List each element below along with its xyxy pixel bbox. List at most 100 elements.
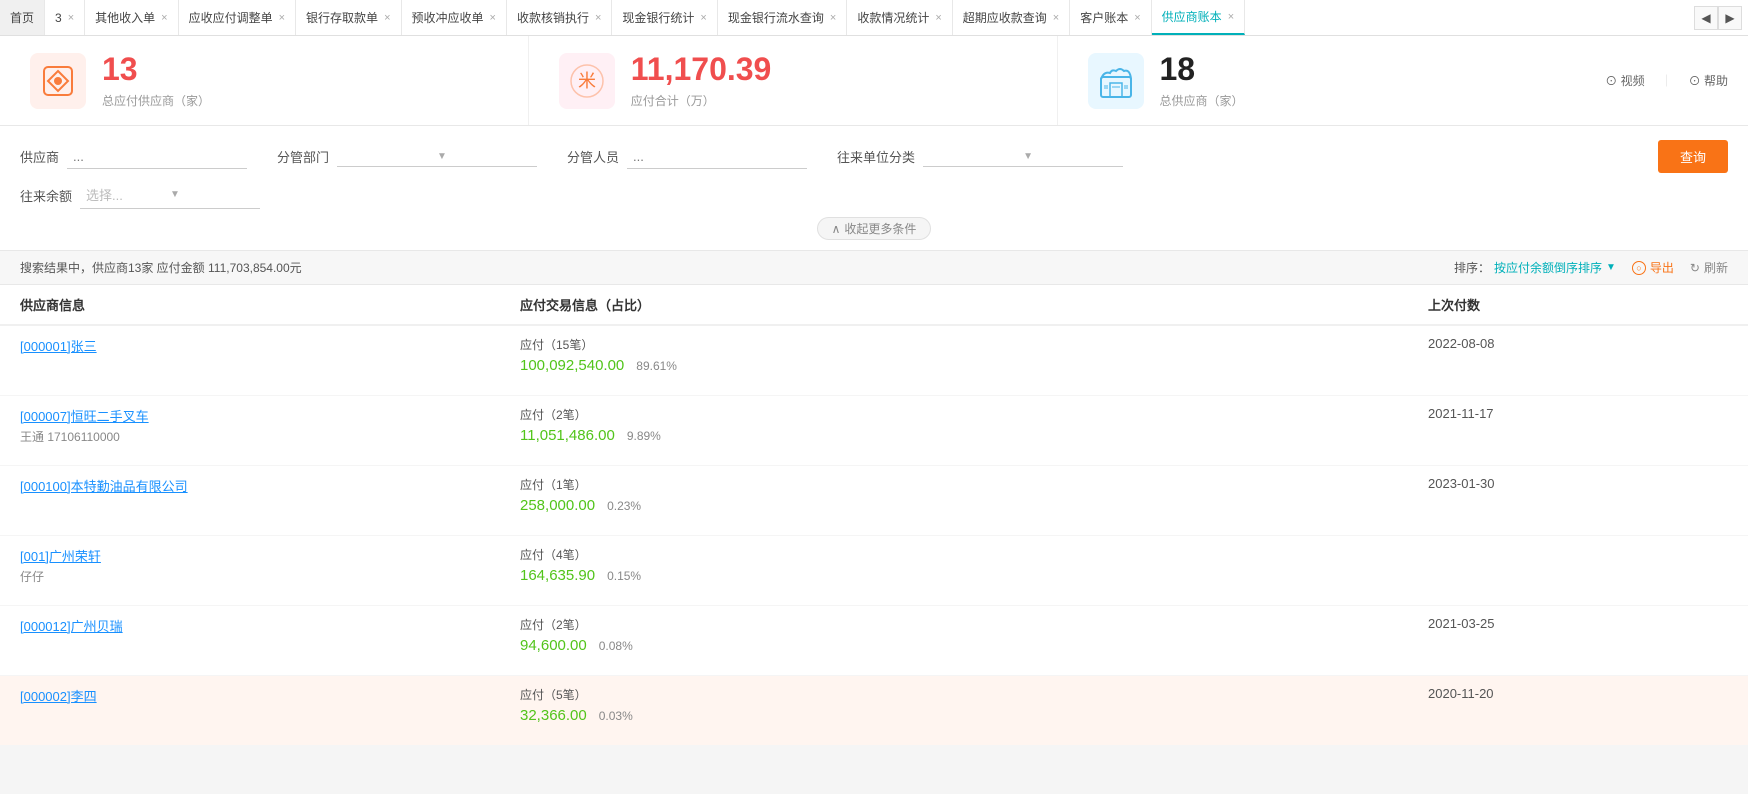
nav-item-collection-stat[interactable]: 收款情况统计 ×	[847, 0, 952, 35]
result-info: 搜索结果中，供应商13家 应付金额 111,703,854.00元	[20, 259, 1454, 276]
tx-row-3: 258,000.00 0.23%	[520, 497, 1428, 514]
summary-bar: 13 总应付供应商（家） 米 11,170.39 应付合计（万）	[0, 36, 1748, 126]
nav-item-overdue-ar[interactable]: 超期应收款查询 ×	[953, 0, 1070, 35]
close-icon-prepayment[interactable]: ×	[490, 12, 496, 24]
balance-select-value: 选择...	[86, 185, 170, 204]
table-row: [000001]张三 应付（15笔） 100,092,540.00 89.61%…	[0, 326, 1748, 396]
nav-item-bank-deposit[interactable]: 银行存取款单 ×	[296, 0, 401, 35]
tx-label-6: 应付（5笔）	[520, 686, 1428, 703]
person-input[interactable]	[627, 145, 807, 169]
tx-percent-1: 89.61%	[636, 359, 677, 373]
tx-row-5: 94,600.00 0.08%	[520, 637, 1428, 654]
tx-amount-4: 164,635.90	[520, 567, 595, 584]
close-icon-supplier-ledger[interactable]: ×	[1228, 11, 1234, 23]
ap-total-text: 11,170.39 应付合计（万）	[631, 52, 772, 108]
help-label: 帮助	[1704, 74, 1728, 88]
nav-label-bank-deposit: 银行存取款单	[306, 9, 378, 26]
tx-cell-5: 应付（2笔） 94,600.00 0.08%	[520, 616, 1428, 654]
tx-amount-1: 100,092,540.00	[520, 357, 624, 374]
sort-arrow-icon[interactable]: ▼	[1606, 262, 1616, 273]
supplier-cell-2: [000007]恒旺二手叉车 王通 17106110000	[20, 406, 520, 445]
dept-select[interactable]: ▼	[337, 147, 537, 167]
supplier-link-6[interactable]: [000002]李四	[20, 689, 97, 704]
close-icon-customer-ledger[interactable]: ×	[1134, 12, 1140, 24]
export-label: 导出	[1650, 259, 1674, 276]
balance-select-arrow: ▼	[170, 189, 254, 200]
nav-item-supplier-ledger[interactable]: 供应商账本 ×	[1152, 0, 1245, 35]
nav-item-customer-ledger[interactable]: 客户账本 ×	[1070, 0, 1151, 35]
tx-label-1: 应付（15笔）	[520, 336, 1428, 353]
nav-item-home[interactable]: 首页	[0, 0, 45, 35]
sort-label: 排序：	[1454, 259, 1490, 276]
balance-select[interactable]: 选择... ▼	[80, 181, 260, 209]
supplier-input[interactable]	[67, 145, 247, 169]
filter-item-dept: 分管部门 ▼	[277, 147, 537, 167]
tx-percent-4: 0.15%	[607, 569, 641, 583]
close-icon-cash-bank-flow[interactable]: ×	[830, 12, 836, 24]
export-button[interactable]: ○ 导出	[1632, 259, 1674, 276]
summary-actions: ⊙ 视频 ｜ ⊙ 帮助	[1585, 36, 1748, 125]
query-button[interactable]: 查询	[1658, 140, 1728, 173]
collapse-label: 收起更多条件	[844, 220, 916, 237]
supplier-link-5[interactable]: [000012]广州贝瑞	[20, 619, 123, 634]
tx-row-4: 164,635.90 0.15%	[520, 567, 1428, 584]
nav-item-3[interactable]: 3 ×	[45, 0, 85, 35]
nav-item-prepayment[interactable]: 预收冲应收单 ×	[402, 0, 507, 35]
nav-next-arrow[interactable]: ▶	[1718, 6, 1742, 30]
supplier-cell-5: [000012]广州贝瑞	[20, 616, 520, 635]
tx-amount-5: 94,600.00	[520, 637, 587, 654]
supplier-sub-2: 王通 17106110000	[20, 428, 520, 445]
close-icon-ar-ap-adjust[interactable]: ×	[279, 12, 285, 24]
table-row: [000012]广州贝瑞 应付（2笔） 94,600.00 0.08% 2021…	[0, 606, 1748, 676]
nav-prev-arrow[interactable]: ◀	[1694, 6, 1718, 30]
ap-suppliers-number: 13	[102, 52, 210, 87]
video-link[interactable]: ⊙ 视频	[1605, 72, 1644, 89]
result-sort: 排序： 按应付余额倒序排序 ▼	[1454, 259, 1616, 276]
collapse-button[interactable]: ∧ 收起更多条件	[817, 217, 932, 240]
close-icon-cash-bank-stat[interactable]: ×	[700, 12, 706, 24]
unit-label: 往来单位分类	[837, 147, 915, 166]
ap-suppliers-text: 13 总应付供应商（家）	[102, 52, 210, 108]
tx-percent-5: 0.08%	[599, 639, 633, 653]
nav-label-cash-bank-flow: 现金银行流水查询	[728, 9, 824, 26]
supplier-sub-4: 仔仔	[20, 568, 520, 585]
close-icon-bank-deposit[interactable]: ×	[384, 12, 390, 24]
nav-item-ar-ap-adjust[interactable]: 应收应付调整单 ×	[179, 0, 296, 35]
refresh-button[interactable]: ↻ 刷新	[1690, 259, 1728, 276]
refresh-icon: ↻	[1690, 261, 1700, 275]
close-icon-collection[interactable]: ×	[595, 12, 601, 24]
close-icon-overdue-ar[interactable]: ×	[1053, 12, 1059, 24]
unit-select[interactable]: ▼	[923, 147, 1123, 167]
nav-item-collection[interactable]: 收款核销执行 ×	[507, 0, 612, 35]
nav-item-cash-bank-flow[interactable]: 现金银行流水查询 ×	[718, 0, 847, 35]
supplier-link-3[interactable]: [000100]本特勤油品有限公司	[20, 479, 188, 494]
supplier-cell-1: [000001]张三	[20, 336, 520, 355]
tx-row-2: 11,051,486.00 9.89%	[520, 427, 1428, 444]
help-link[interactable]: ⊙ 帮助	[1689, 72, 1728, 89]
nav-item-cash-bank-stat[interactable]: 现金银行统计 ×	[612, 0, 717, 35]
nav-label-cash-bank-stat: 现金银行统计	[622, 9, 694, 26]
nav-label-other-income: 其他收入单	[95, 9, 155, 26]
tx-amount-3: 258,000.00	[520, 497, 595, 514]
nav-item-other-income[interactable]: 其他收入单 ×	[85, 0, 178, 35]
close-icon-collection-stat[interactable]: ×	[935, 12, 941, 24]
tx-row-1: 100,092,540.00 89.61%	[520, 357, 1428, 374]
filter-item-unit-category: 往来单位分类 ▼	[837, 147, 1123, 167]
tx-percent-3: 0.23%	[607, 499, 641, 513]
dept-select-arrow: ▼	[437, 151, 531, 162]
ap-total-icon: 米	[559, 53, 615, 109]
total-suppliers-label: 总供应商（家）	[1160, 92, 1244, 109]
filter-collapse-row: ∧ 收起更多条件	[20, 217, 1728, 240]
filter-row-1: 供应商 分管部门 ▼ 分管人员 往来单位分类 ▼ 查询	[20, 140, 1728, 173]
close-icon-other-income[interactable]: ×	[161, 12, 167, 24]
supplier-link-1[interactable]: [000001]张三	[20, 339, 97, 354]
tx-cell-3: 应付（1笔） 258,000.00 0.23%	[520, 476, 1428, 514]
supplier-link-4[interactable]: [001]广州荣轩	[20, 549, 101, 564]
close-icon-3[interactable]: ×	[68, 12, 74, 24]
table-row: [001]广州荣轩 仔仔 应付（4笔） 164,635.90 0.15%	[0, 536, 1748, 606]
ap-suppliers-icon	[30, 53, 86, 109]
nav-label-ar-ap-adjust: 应收应付调整单	[189, 9, 273, 26]
supplier-link-2[interactable]: [000007]恒旺二手叉车	[20, 409, 149, 424]
last-pay-3: 2023-01-30	[1428, 476, 1728, 491]
last-pay-1: 2022-08-08	[1428, 336, 1728, 351]
